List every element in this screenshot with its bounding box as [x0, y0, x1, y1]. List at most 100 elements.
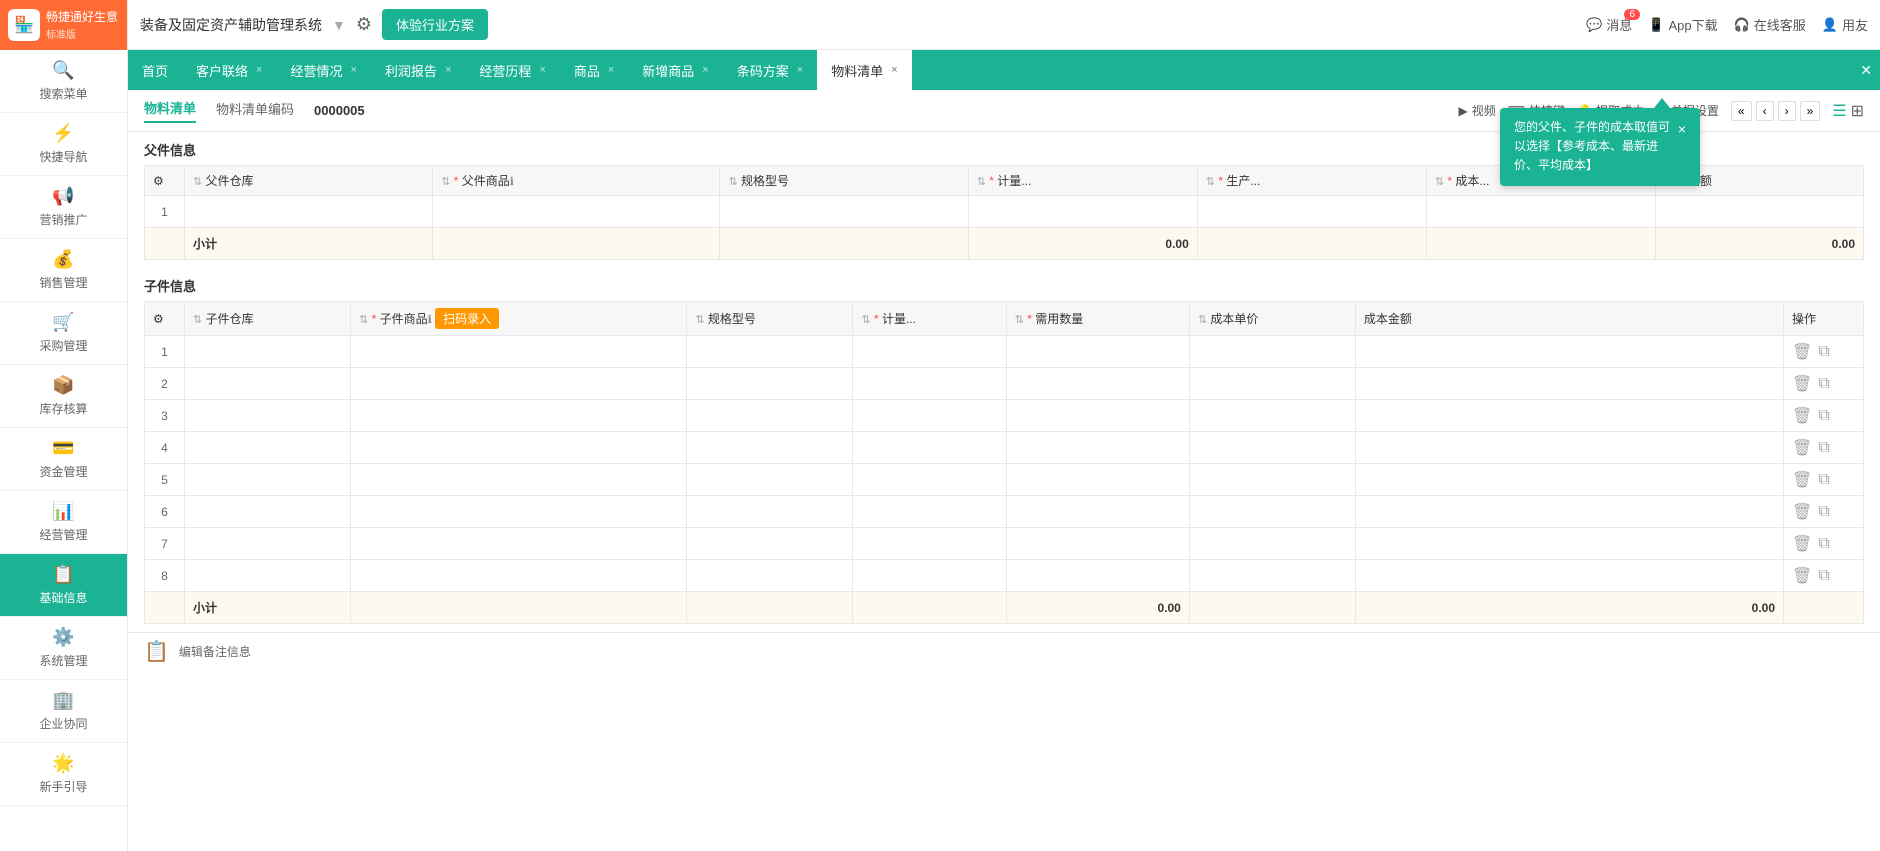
copy-icon[interactable]: ⧉: [1818, 439, 1829, 457]
parent-unit-cell[interactable]: [968, 196, 1197, 228]
tab-new-product[interactable]: 新增商品 ×: [628, 50, 722, 90]
child-spec-cell[interactable]: [687, 528, 853, 560]
delete-icon[interactable]: 🗑: [1792, 406, 1812, 426]
child-warehouse-cell[interactable]: [185, 400, 351, 432]
delete-icon[interactable]: 🗑: [1792, 342, 1812, 362]
copy-icon[interactable]: ⧉: [1818, 535, 1829, 553]
child-qty-cell[interactable]: [1006, 400, 1189, 432]
sort-icon[interactable]: ⇅: [977, 176, 986, 188]
try-plan-button[interactable]: 体验行业方案: [382, 9, 488, 40]
child-product-cell[interactable]: [351, 464, 687, 496]
child-warehouse-cell[interactable]: [185, 560, 351, 592]
copy-icon[interactable]: ⧉: [1818, 567, 1829, 585]
sidebar-item-search[interactable]: 🔍 搜索菜单: [0, 50, 127, 113]
sidebar-item-inventory[interactable]: 📦 库存核算: [0, 365, 127, 428]
child-unit-cell[interactable]: [853, 368, 1006, 400]
sort-icon[interactable]: ⇅: [1435, 176, 1444, 188]
child-unit-cost-cell[interactable]: [1189, 432, 1355, 464]
note-icon[interactable]: 📋: [144, 639, 169, 664]
grid-view-icon[interactable]: ⊞: [1851, 101, 1864, 121]
sub-tab-bom[interactable]: 物料清单: [144, 98, 196, 123]
child-product-cell[interactable]: [351, 400, 687, 432]
parent-th-settings[interactable]: ⚙: [145, 166, 185, 196]
tooltip-close-button[interactable]: ×: [1678, 118, 1686, 140]
child-product-cell[interactable]: [351, 336, 687, 368]
child-unit-cell[interactable]: [853, 560, 1006, 592]
sort-icon[interactable]: ⇅: [1198, 314, 1207, 326]
sort-icon[interactable]: ⇅: [695, 314, 704, 326]
tab-operations[interactable]: 经营情况 ×: [276, 50, 370, 90]
sidebar-item-marketing[interactable]: 📢 营销推广: [0, 176, 127, 239]
child-unit-cost-cell[interactable]: [1189, 528, 1355, 560]
child-unit-cost-cell[interactable]: [1189, 368, 1355, 400]
child-spec-cell[interactable]: [687, 368, 853, 400]
sort-icon[interactable]: ⇅: [193, 314, 202, 326]
child-warehouse-cell[interactable]: [185, 336, 351, 368]
child-unit-cell[interactable]: [853, 496, 1006, 528]
tab-home[interactable]: 首页: [128, 50, 182, 90]
tab-customer[interactable]: 客户联络 ×: [182, 50, 276, 90]
child-qty-cell[interactable]: [1006, 368, 1189, 400]
last-page-button[interactable]: »: [1800, 101, 1821, 121]
sort-icon[interactable]: ⇅: [1206, 176, 1215, 188]
sidebar-item-enterprise[interactable]: 🏢 企业协同: [0, 680, 127, 743]
child-unit-cell[interactable]: [853, 464, 1006, 496]
child-th-settings[interactable]: ⚙: [145, 302, 185, 336]
tab-barcode[interactable]: 条码方案 ×: [723, 50, 817, 90]
child-qty-cell[interactable]: [1006, 336, 1189, 368]
delete-icon[interactable]: 🗑: [1792, 534, 1812, 554]
sort-icon[interactable]: ⇅: [193, 176, 202, 188]
sort-icon[interactable]: ⇅: [728, 176, 737, 188]
delete-icon[interactable]: 🗑: [1792, 374, 1812, 394]
child-unit-cost-cell[interactable]: [1189, 336, 1355, 368]
child-product-cell[interactable]: [351, 496, 687, 528]
tab-profit[interactable]: 利润报告 ×: [371, 50, 465, 90]
copy-icon[interactable]: ⧉: [1818, 375, 1829, 393]
app-download-item[interactable]: 📱 App下载: [1648, 15, 1717, 34]
child-product-cell[interactable]: [351, 560, 687, 592]
next-page-button[interactable]: ›: [1778, 101, 1796, 121]
child-spec-cell[interactable]: [687, 464, 853, 496]
child-unit-cell[interactable]: [853, 528, 1006, 560]
sort-icon[interactable]: ⇅: [441, 176, 450, 188]
child-qty-cell[interactable]: [1006, 560, 1189, 592]
tab-history-close[interactable]: ×: [539, 64, 545, 76]
delete-icon[interactable]: 🗑: [1792, 438, 1812, 458]
sidebar-item-purchase[interactable]: 🛒 采购管理: [0, 302, 127, 365]
child-unit-cost-cell[interactable]: [1189, 560, 1355, 592]
parent-produce-cell[interactable]: [1197, 196, 1426, 228]
delete-icon[interactable]: 🗑: [1792, 566, 1812, 586]
child-qty-cell[interactable]: [1006, 496, 1189, 528]
sort-icon[interactable]: ⇅: [861, 314, 870, 326]
first-page-button[interactable]: «: [1731, 101, 1752, 121]
child-spec-cell[interactable]: [687, 496, 853, 528]
parent-warehouse-cell[interactable]: [185, 196, 433, 228]
child-spec-cell[interactable]: [687, 432, 853, 464]
tab-history[interactable]: 经营历程 ×: [465, 50, 559, 90]
tab-customer-close[interactable]: ×: [256, 64, 262, 76]
sidebar-item-system[interactable]: ⚙️ 系统管理: [0, 617, 127, 680]
parent-cost-cell[interactable]: [1426, 196, 1655, 228]
child-qty-cell[interactable]: [1006, 528, 1189, 560]
child-spec-cell[interactable]: [687, 400, 853, 432]
close-all-icon[interactable]: ✕: [1860, 62, 1872, 79]
child-unit-cell[interactable]: [853, 336, 1006, 368]
child-warehouse-cell[interactable]: [185, 496, 351, 528]
child-product-cell[interactable]: [351, 528, 687, 560]
sidebar-item-finance[interactable]: 💳 资金管理: [0, 428, 127, 491]
settings-icon[interactable]: ⚙: [356, 14, 372, 35]
child-qty-cell[interactable]: [1006, 464, 1189, 496]
delete-icon[interactable]: 🗑: [1792, 502, 1812, 522]
sidebar-item-quick-nav[interactable]: ⚡ 快捷导航: [0, 113, 127, 176]
sort-icon[interactable]: ⇅: [359, 314, 368, 326]
tab-bom[interactable]: 物料清单 ×: [817, 50, 911, 90]
copy-icon[interactable]: ⧉: [1818, 343, 1829, 361]
child-unit-cost-cell[interactable]: [1189, 496, 1355, 528]
child-spec-cell[interactable]: [687, 336, 853, 368]
sidebar-item-guide[interactable]: 🌟 新手引导: [0, 743, 127, 806]
child-unit-cost-cell[interactable]: [1189, 400, 1355, 432]
child-spec-cell[interactable]: [687, 560, 853, 592]
child-unit-cost-cell[interactable]: [1189, 464, 1355, 496]
child-qty-cell[interactable]: [1006, 432, 1189, 464]
tab-profit-close[interactable]: ×: [445, 64, 451, 76]
